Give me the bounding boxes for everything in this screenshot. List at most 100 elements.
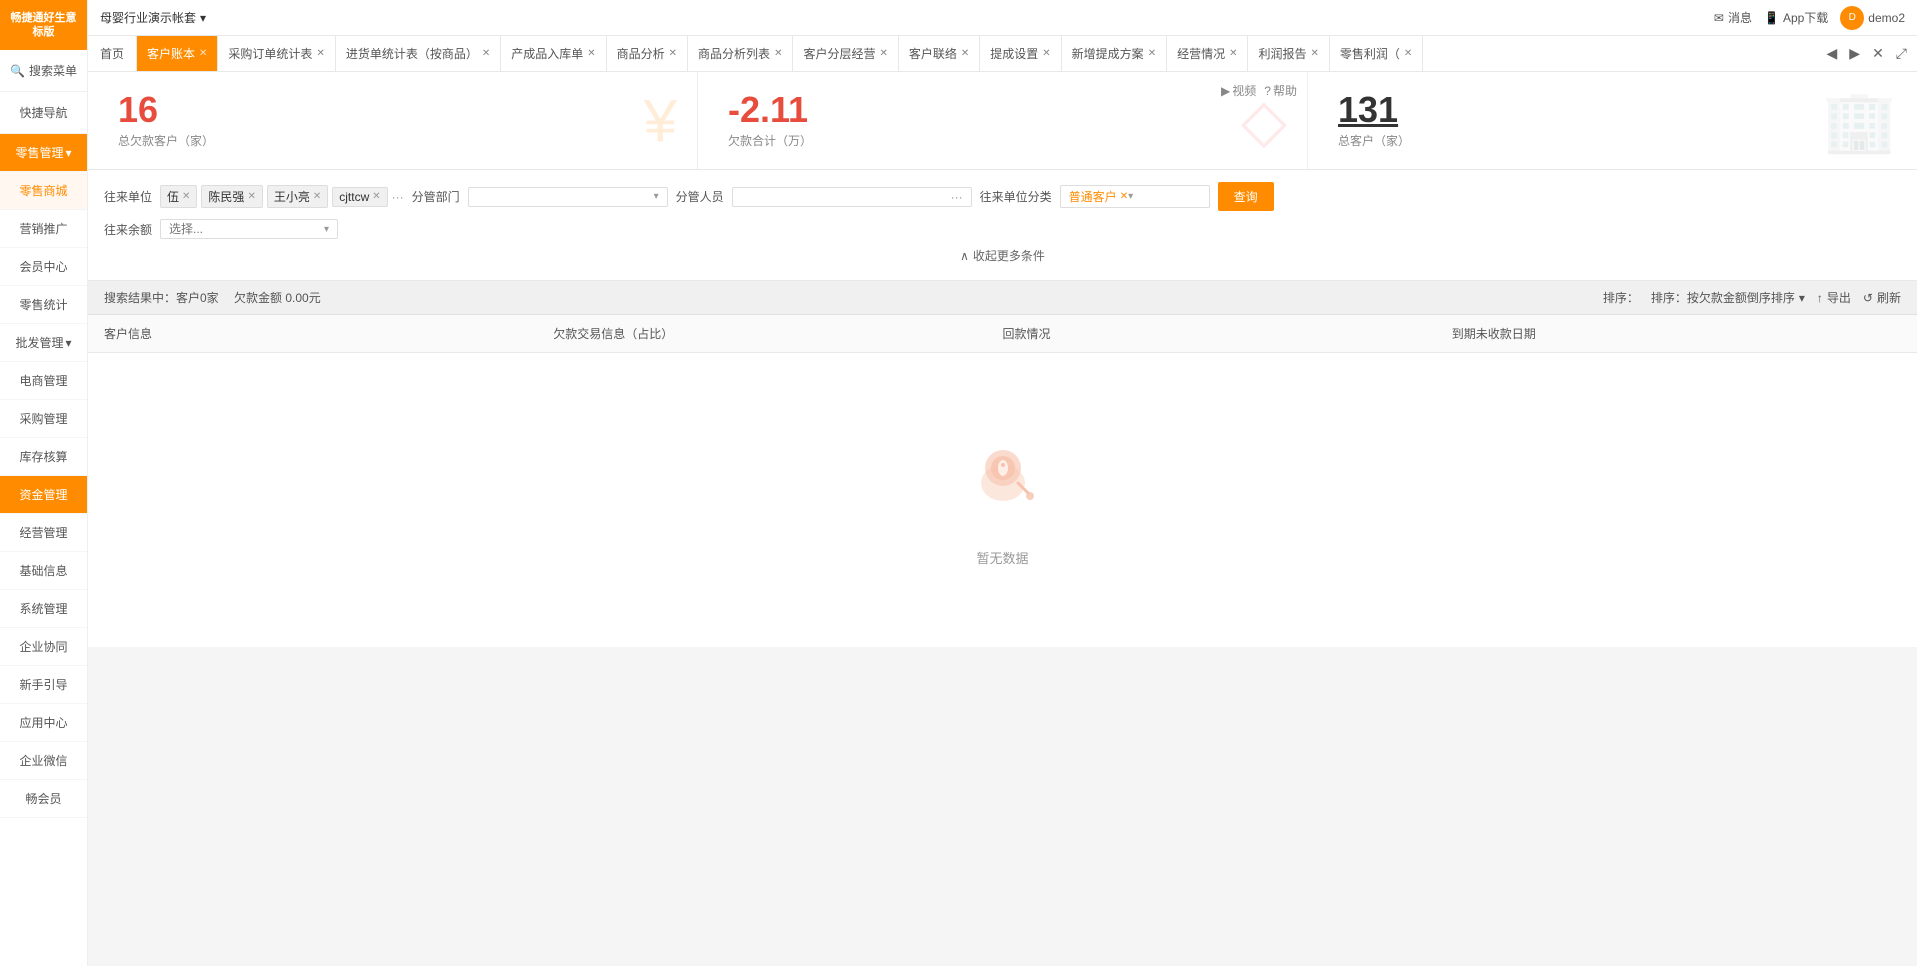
- sidebar-item-enterprise-collab[interactable]: 企业协同: [0, 628, 87, 666]
- tab-purchase-order-stats[interactable]: 采购订单统计表 ✕: [218, 36, 335, 71]
- building-icon: 🏢: [1822, 87, 1897, 154]
- chevron-down-icon-wholesale: ▾: [65, 336, 71, 350]
- search-icon: 🔍: [10, 64, 25, 78]
- balance-dropdown-arrow: ▾: [324, 224, 329, 235]
- sidebar-item-marketing[interactable]: 营销推广: [0, 210, 87, 248]
- quick-nav-button[interactable]: 快捷导航: [6, 100, 81, 125]
- person-filter-wrap[interactable]: ···: [732, 187, 972, 207]
- message-button[interactable]: ✉ 消息: [1714, 9, 1752, 26]
- dept-dropdown-arrow: ▾: [654, 191, 659, 202]
- collapse-button[interactable]: ∧ 收起更多条件: [104, 247, 1901, 264]
- tab-customer-contact[interactable]: 客户联络 ✕: [899, 36, 980, 71]
- sidebar-item-ecommerce[interactable]: 电商管理: [0, 362, 87, 400]
- tag-cjttcw-close[interactable]: ✕: [372, 191, 380, 202]
- account-dropdown[interactable]: 母婴行业演示帐套 ▾: [100, 9, 206, 26]
- sidebar-item-retail-mgmt[interactable]: 零售管理 ▾: [0, 134, 87, 172]
- tab-close-product[interactable]: ✕: [669, 48, 677, 59]
- main-content: 母婴行业演示帐套 ▾ ✉ 消息 📱 App下载 D demo2 首页 客户账本: [88, 0, 1917, 966]
- sort-dropdown[interactable]: 排序：按欠款金额倒序排序 ▾: [1651, 289, 1805, 306]
- app-title: 畅捷通好生意: [11, 11, 77, 25]
- video-help: ▶ 视频 ? 帮助: [1221, 82, 1297, 99]
- export-button[interactable]: ↑ 导出: [1817, 289, 1851, 306]
- sidebar-item-app-center[interactable]: 应用中心: [0, 704, 87, 742]
- sidebar-item-operations-mgmt[interactable]: 经营管理: [0, 514, 87, 552]
- tabs-scroll-left[interactable]: ◀: [1823, 43, 1842, 64]
- unit-category-wrap[interactable]: 普通客户 ✕ ▾: [1060, 185, 1210, 208]
- filter-tags-unit: 伍 ✕ 陈民强 ✕ 王小亮 ✕ cjttcw ✕ ···: [160, 185, 404, 208]
- yuan-icon: ¥: [644, 87, 677, 154]
- tag-wang-close[interactable]: ✕: [313, 191, 321, 202]
- app-download-button[interactable]: 📱 App下载: [1764, 9, 1828, 26]
- unit-category-label: 往来单位分类: [980, 188, 1052, 205]
- dept-filter-input[interactable]: [477, 190, 654, 204]
- refresh-button[interactable]: ↺ 刷新: [1863, 289, 1901, 306]
- sidebar-item-member-center[interactable]: 会员中心: [0, 248, 87, 286]
- tabs-close-all[interactable]: ✕: [1868, 43, 1888, 64]
- sidebar-item-purchase-mgmt[interactable]: 采购管理: [0, 400, 87, 438]
- tab-customer-segment[interactable]: 客户分层经营 ✕: [793, 36, 898, 71]
- tab-close-promotion[interactable]: ✕: [1042, 48, 1050, 59]
- sidebar-item-wholesale-mgmt[interactable]: 批发管理 ▾: [0, 324, 87, 362]
- tabs-scroll-right[interactable]: ▶: [1845, 43, 1864, 64]
- unit-filter-label: 往来单位: [104, 188, 152, 205]
- sidebar-item-inventory[interactable]: 库存核算: [0, 438, 87, 476]
- user-profile[interactable]: D demo2: [1840, 6, 1905, 30]
- tab-promotion-settings[interactable]: 提成设置 ✕: [980, 36, 1061, 71]
- debt-amount-label: 欠款合计（万）: [728, 132, 812, 149]
- tab-profit-report[interactable]: 利润报告 ✕: [1248, 36, 1329, 71]
- video-link[interactable]: ▶ 视频: [1221, 82, 1256, 99]
- sidebar-search-section[interactable]: 🔍 搜索菜单: [0, 50, 87, 92]
- balance-filter-wrap[interactable]: ▾: [160, 219, 338, 239]
- sidebar-item-basic-info[interactable]: 基础信息: [0, 552, 87, 590]
- tab-close-operations[interactable]: ✕: [1229, 48, 1237, 59]
- sidebar-item-system-mgmt[interactable]: 系统管理: [0, 590, 87, 628]
- data-table: 客户信息 欠款交易信息（占比） 回款情况 到期未收款日期: [88, 315, 1917, 647]
- unit-category-close[interactable]: ✕: [1120, 191, 1128, 202]
- search-menu-button[interactable]: 🔍 搜索菜单: [6, 58, 81, 83]
- dept-filter-label: 分管部门: [412, 188, 460, 205]
- tab-close-purchase[interactable]: ✕: [316, 48, 324, 59]
- tab-product-analysis-list[interactable]: 商品分析列表 ✕: [688, 36, 793, 71]
- stat-card-debt-customers: ¥ 16 总欠款客户（家）: [88, 72, 698, 169]
- person-filter-dots[interactable]: ···: [951, 190, 963, 204]
- tab-close-product-list[interactable]: ✕: [774, 48, 782, 59]
- tab-customer-ledger[interactable]: 客户账本 ✕: [137, 36, 218, 71]
- tag-wang-text: 王小亮: [274, 188, 310, 205]
- tag-wu-close[interactable]: ✕: [182, 191, 190, 202]
- stat-card-debt-amount: ◇ -2.11 欠款合计（万） ▶ 视频 ? 帮助: [698, 72, 1308, 169]
- tab-retail-profit[interactable]: 零售利润（ ✕: [1330, 36, 1423, 71]
- balance-filter-input[interactable]: [169, 222, 324, 236]
- sidebar-item-vip-member[interactable]: 畅会员: [0, 780, 87, 818]
- tabs-maximize[interactable]: ⤢: [1892, 43, 1911, 64]
- tab-close-produce[interactable]: ✕: [587, 48, 595, 59]
- app-logo: 畅捷通好生意 标版: [0, 0, 87, 50]
- sidebar-item-finance[interactable]: 资金管理: [0, 476, 87, 514]
- filter-tag-more[interactable]: ···: [392, 190, 404, 204]
- dept-filter-input-wrap[interactable]: ▾: [468, 187, 668, 207]
- tag-chen-close[interactable]: ✕: [247, 191, 255, 202]
- tab-close-customer-ledger[interactable]: ✕: [199, 48, 207, 59]
- quick-nav-section[interactable]: 快捷导航: [0, 92, 87, 134]
- sidebar-item-enterprise-wechat[interactable]: 企业微信: [0, 742, 87, 780]
- chevron-down-icon-account: ▾: [200, 11, 206, 25]
- results-bar: 搜索结果中：客户0家 欠款金额 0.00元 排序： 排序：按欠款金额倒序排序 ▾…: [88, 281, 1917, 315]
- tab-operations[interactable]: 经营情况 ✕: [1167, 36, 1248, 71]
- sidebar-item-retail-stats[interactable]: 零售统计: [0, 286, 87, 324]
- tab-close-new-promotion[interactable]: ✕: [1148, 48, 1156, 59]
- tab-close-contact[interactable]: ✕: [961, 48, 969, 59]
- tab-close-segment[interactable]: ✕: [879, 48, 887, 59]
- tab-incoming-stats[interactable]: 进货单统计表（按商品） ✕: [336, 36, 501, 71]
- tab-new-promotion[interactable]: 新增提成方案 ✕: [1062, 36, 1167, 71]
- tab-close-retail-profit[interactable]: ✕: [1404, 48, 1412, 59]
- tabs-bar: 首页 客户账本 ✕ 采购订单统计表 ✕ 进货单统计表（按商品） ✕ 产成品入库单…: [88, 36, 1917, 72]
- tab-close-profit[interactable]: ✕: [1311, 48, 1319, 59]
- sidebar-item-retail-mall[interactable]: 零售商城: [0, 172, 87, 210]
- sidebar-item-new-guide[interactable]: 新手引导: [0, 666, 87, 704]
- tab-product-analysis[interactable]: 商品分析 ✕: [607, 36, 688, 71]
- help-link[interactable]: ? 帮助: [1264, 82, 1297, 99]
- tab-close-incoming[interactable]: ✕: [482, 48, 490, 59]
- query-button[interactable]: 查询: [1218, 182, 1274, 211]
- empty-state: 暂无数据: [88, 353, 1917, 647]
- tab-home[interactable]: 首页: [88, 36, 137, 71]
- tab-produce-instock[interactable]: 产成品入库单 ✕: [501, 36, 606, 71]
